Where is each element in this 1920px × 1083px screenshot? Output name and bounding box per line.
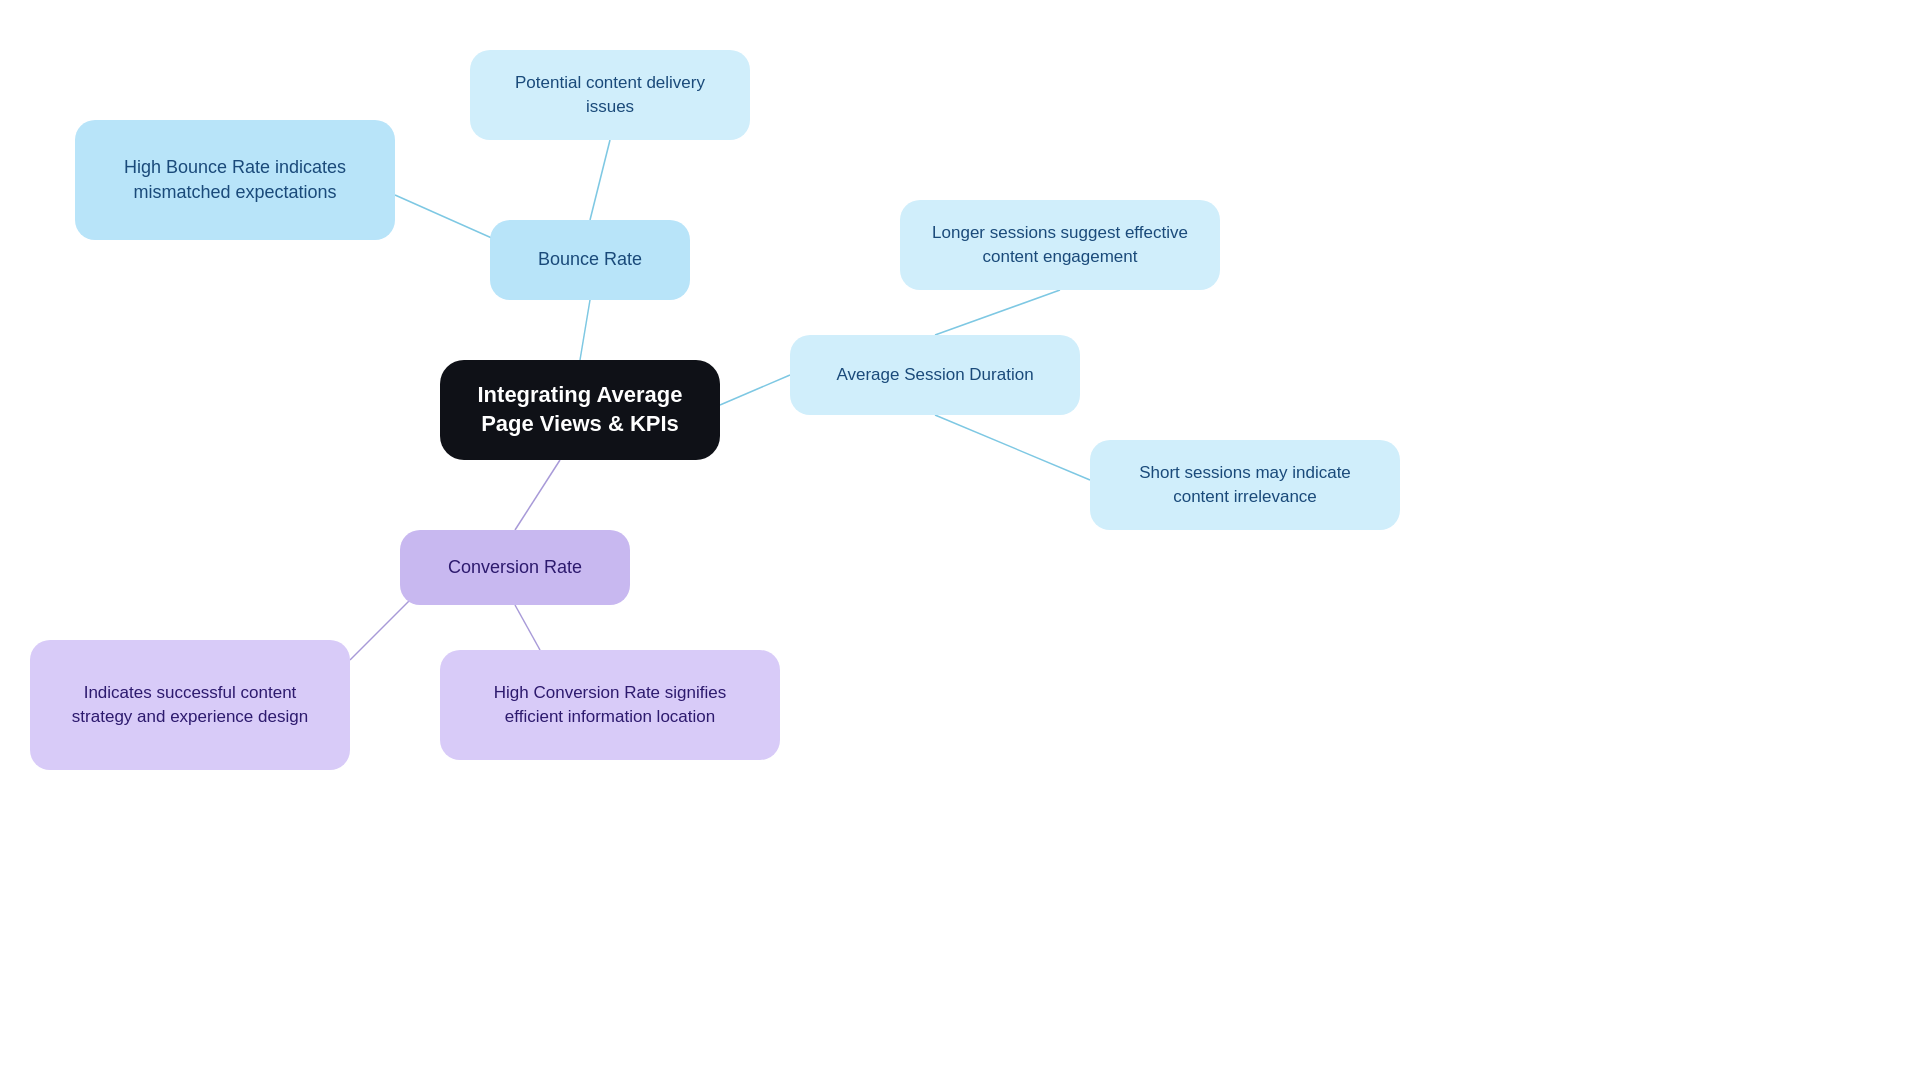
- high-conversion-label: High Conversion Rate signifies efficient…: [464, 681, 756, 729]
- indicates-successful-label: Indicates successful content strategy an…: [54, 681, 326, 729]
- avg-session-label: Average Session Duration: [836, 363, 1033, 387]
- svg-line-3: [720, 375, 790, 405]
- potential-delivery-label: Potential content delivery issues: [494, 71, 726, 119]
- conversion-rate-node: Conversion Rate: [400, 530, 630, 605]
- potential-delivery-node: Potential content delivery issues: [470, 50, 750, 140]
- svg-line-5: [935, 415, 1090, 480]
- high-bounce-node: High Bounce Rate indicates mismatched ex…: [75, 120, 395, 240]
- short-sessions-node: Short sessions may indicate content irre…: [1090, 440, 1400, 530]
- bounce-rate-label: Bounce Rate: [538, 247, 642, 272]
- longer-sessions-node: Longer sessions suggest effective conten…: [900, 200, 1220, 290]
- avg-session-node: Average Session Duration: [790, 335, 1080, 415]
- high-bounce-label: High Bounce Rate indicates mismatched ex…: [99, 155, 371, 205]
- longer-sessions-label: Longer sessions suggest effective conten…: [924, 221, 1196, 269]
- svg-line-2: [590, 140, 610, 220]
- indicates-successful-node: Indicates successful content strategy an…: [30, 640, 350, 770]
- conversion-rate-label: Conversion Rate: [448, 555, 582, 580]
- svg-line-4: [935, 290, 1060, 335]
- center-node-label: Integrating Average Page Views & KPIs: [460, 381, 700, 438]
- bounce-rate-node: Bounce Rate: [490, 220, 690, 300]
- center-node: Integrating Average Page Views & KPIs: [440, 360, 720, 460]
- svg-line-8: [515, 605, 540, 650]
- high-conversion-node: High Conversion Rate signifies efficient…: [440, 650, 780, 760]
- svg-line-6: [515, 460, 560, 530]
- svg-line-0: [580, 300, 590, 360]
- short-sessions-label: Short sessions may indicate content irre…: [1114, 461, 1376, 509]
